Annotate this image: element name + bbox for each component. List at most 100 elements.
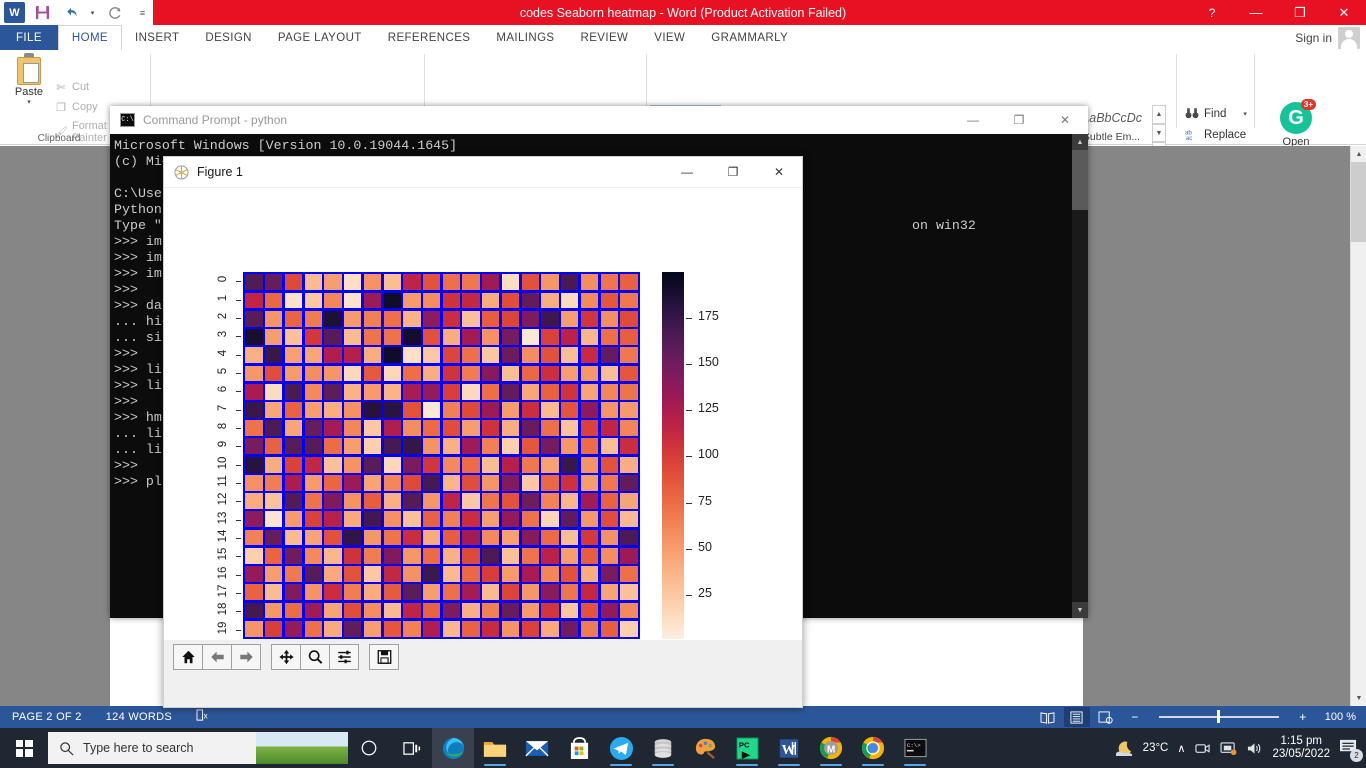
mail-icon[interactable] xyxy=(516,728,558,768)
tab-file[interactable]: FILE xyxy=(0,25,58,50)
tab-references[interactable]: REFERENCES xyxy=(375,25,484,50)
tab-view[interactable]: VIEW xyxy=(641,25,698,50)
undo-icon[interactable] xyxy=(60,2,81,23)
moon-icon[interactable] xyxy=(1115,740,1134,757)
zoom-rect-icon[interactable] xyxy=(300,644,330,670)
tab-grammarly[interactable]: GRAMMARLY xyxy=(698,25,801,50)
cmd-titlebar[interactable]: C:\ Command Prompt - python — ❐ ✕ xyxy=(110,106,1088,134)
file-explorer-icon[interactable] xyxy=(474,728,516,768)
minimize-button[interactable]: — xyxy=(1234,0,1278,25)
search-input[interactable]: Type here to search xyxy=(48,732,348,764)
heatmap-cells[interactable] xyxy=(243,272,640,639)
tab-page-layout[interactable]: PAGE LAYOUT xyxy=(265,25,375,50)
chrome-m-icon[interactable]: M xyxy=(810,728,852,768)
cmd-scroll-up-icon[interactable]: ▲ xyxy=(1072,134,1088,150)
restore-button[interactable]: ❐ xyxy=(1278,0,1322,25)
microsoft-store-icon[interactable] xyxy=(558,728,600,768)
figure-close-button[interactable]: ✕ xyxy=(756,157,802,188)
help-button[interactable]: ? xyxy=(1190,0,1234,25)
command-prompt-icon[interactable]: C:\> xyxy=(894,728,936,768)
paste-dropdown-icon[interactable]: ▾ xyxy=(8,98,50,106)
heatmap-cell xyxy=(245,420,263,437)
back-arrow-icon[interactable] xyxy=(202,644,232,670)
close-button[interactable]: ✕ xyxy=(1322,0,1366,25)
temperature-label[interactable]: 23°C xyxy=(1143,742,1169,754)
zoom-slider-thumb[interactable] xyxy=(1216,710,1220,723)
document-scrollbar[interactable]: ▲ ▼ xyxy=(1350,146,1366,706)
paste-button[interactable]: Paste ▾ xyxy=(8,53,50,106)
cmd-maximize-button[interactable]: ❐ xyxy=(996,106,1042,134)
chrome-icon[interactable] xyxy=(852,728,894,768)
find-button[interactable]: Find ▾ xyxy=(1185,103,1247,124)
home-icon[interactable] xyxy=(173,644,203,670)
web-layout-button[interactable] xyxy=(1093,707,1119,727)
forward-arrow-icon[interactable] xyxy=(231,644,261,670)
tab-design[interactable]: DESIGN xyxy=(192,25,265,50)
telegram-icon[interactable] xyxy=(600,728,642,768)
heatmap-cell xyxy=(620,529,638,546)
tab-home[interactable]: HOME xyxy=(57,25,122,50)
find-dropdown-icon[interactable]: ▾ xyxy=(1243,110,1247,118)
avatar[interactable] xyxy=(1338,26,1360,49)
tab-review[interactable]: REVIEW xyxy=(568,25,642,50)
figure-minimize-button[interactable]: — xyxy=(664,157,710,188)
scroll-down-icon[interactable]: ▼ xyxy=(1351,690,1366,706)
heatmap-cell xyxy=(403,620,421,637)
project-icon[interactable] xyxy=(1220,741,1237,756)
pan-icon[interactable] xyxy=(271,644,301,670)
cmd-scroll-down-icon[interactable]: ▼ xyxy=(1072,602,1088,618)
notification-center-icon[interactable]: 2 xyxy=(1339,738,1363,762)
zoom-percent[interactable]: 100 % xyxy=(1319,711,1356,723)
start-button[interactable] xyxy=(0,728,48,768)
task-view-icon[interactable] xyxy=(390,728,432,768)
cmd-close-button[interactable]: ✕ xyxy=(1042,106,1088,134)
save-icon[interactable] xyxy=(32,2,53,23)
edge-icon[interactable] xyxy=(432,728,474,768)
heatmap-cell xyxy=(561,274,579,291)
camera-icon[interactable] xyxy=(1194,741,1211,756)
status-word-count[interactable]: 124 WORDS xyxy=(94,711,184,723)
sign-in-link[interactable]: Sign in xyxy=(1295,31,1332,45)
cmd-minimize-button[interactable]: — xyxy=(950,106,996,134)
cortana-icon[interactable] xyxy=(348,728,390,768)
word-icon[interactable]: W xyxy=(768,728,810,768)
zoom-in-button[interactable]: + xyxy=(1290,707,1316,727)
status-page-count[interactable]: PAGE 2 OF 2 xyxy=(0,711,94,723)
heatmap-cell xyxy=(580,292,599,309)
figure-canvas[interactable]: 012345678910111213141516171819 012345678… xyxy=(164,188,802,674)
show-hidden-icons-icon[interactable]: ∧ xyxy=(1177,742,1185,755)
cut-button[interactable]: ✄ Cut xyxy=(54,80,89,94)
pycharm-icon[interactable]: PC xyxy=(726,728,768,768)
read-mode-button[interactable] xyxy=(1035,707,1061,727)
heatmap-cell xyxy=(462,566,480,582)
styles-scroll-up-icon[interactable]: ▲ xyxy=(1152,105,1166,124)
print-layout-button[interactable] xyxy=(1063,707,1090,727)
tab-insert[interactable]: INSERT xyxy=(122,25,192,50)
heatmap-cell xyxy=(265,329,283,345)
redo-icon[interactable] xyxy=(104,2,125,23)
configure-subplots-icon[interactable] xyxy=(329,644,359,670)
database-icon[interactable] xyxy=(642,728,684,768)
heatmap-cell xyxy=(284,365,303,382)
volume-icon[interactable] xyxy=(1246,741,1263,756)
tab-mailings[interactable]: MAILINGS xyxy=(483,25,567,50)
cmd-scrollbar[interactable]: ▲ ▼ xyxy=(1072,134,1088,618)
replace-button[interactable]: ab ac Replace xyxy=(1185,124,1247,145)
heatmap-cell xyxy=(344,329,362,345)
undo-dropdown-icon[interactable]: ▾ xyxy=(88,2,97,23)
figure-titlebar[interactable]: Figure 1 — ❐ ✕ xyxy=(164,157,802,188)
clock[interactable]: 1:15 pm 23/05/2022 xyxy=(1272,735,1330,761)
cmd-scroll-thumb[interactable] xyxy=(1072,150,1088,210)
copy-button[interactable]: ❐ Copy xyxy=(54,100,98,114)
styles-scroll-down-icon[interactable]: ▼ xyxy=(1152,123,1166,143)
paint-icon[interactable] xyxy=(684,728,726,768)
zoom-slider[interactable] xyxy=(1158,707,1279,727)
scroll-thumb[interactable] xyxy=(1351,162,1366,242)
scroll-up-icon[interactable]: ▲ xyxy=(1351,146,1366,162)
zoom-out-button[interactable]: − xyxy=(1122,707,1148,727)
heatmap-cell xyxy=(383,529,401,546)
customize-quick-access-icon[interactable]: ≡ xyxy=(132,2,153,23)
figure-maximize-button[interactable]: ❐ xyxy=(710,157,756,188)
save-figure-icon[interactable] xyxy=(369,644,399,670)
proofing-errors-icon[interactable]: x xyxy=(184,709,223,725)
